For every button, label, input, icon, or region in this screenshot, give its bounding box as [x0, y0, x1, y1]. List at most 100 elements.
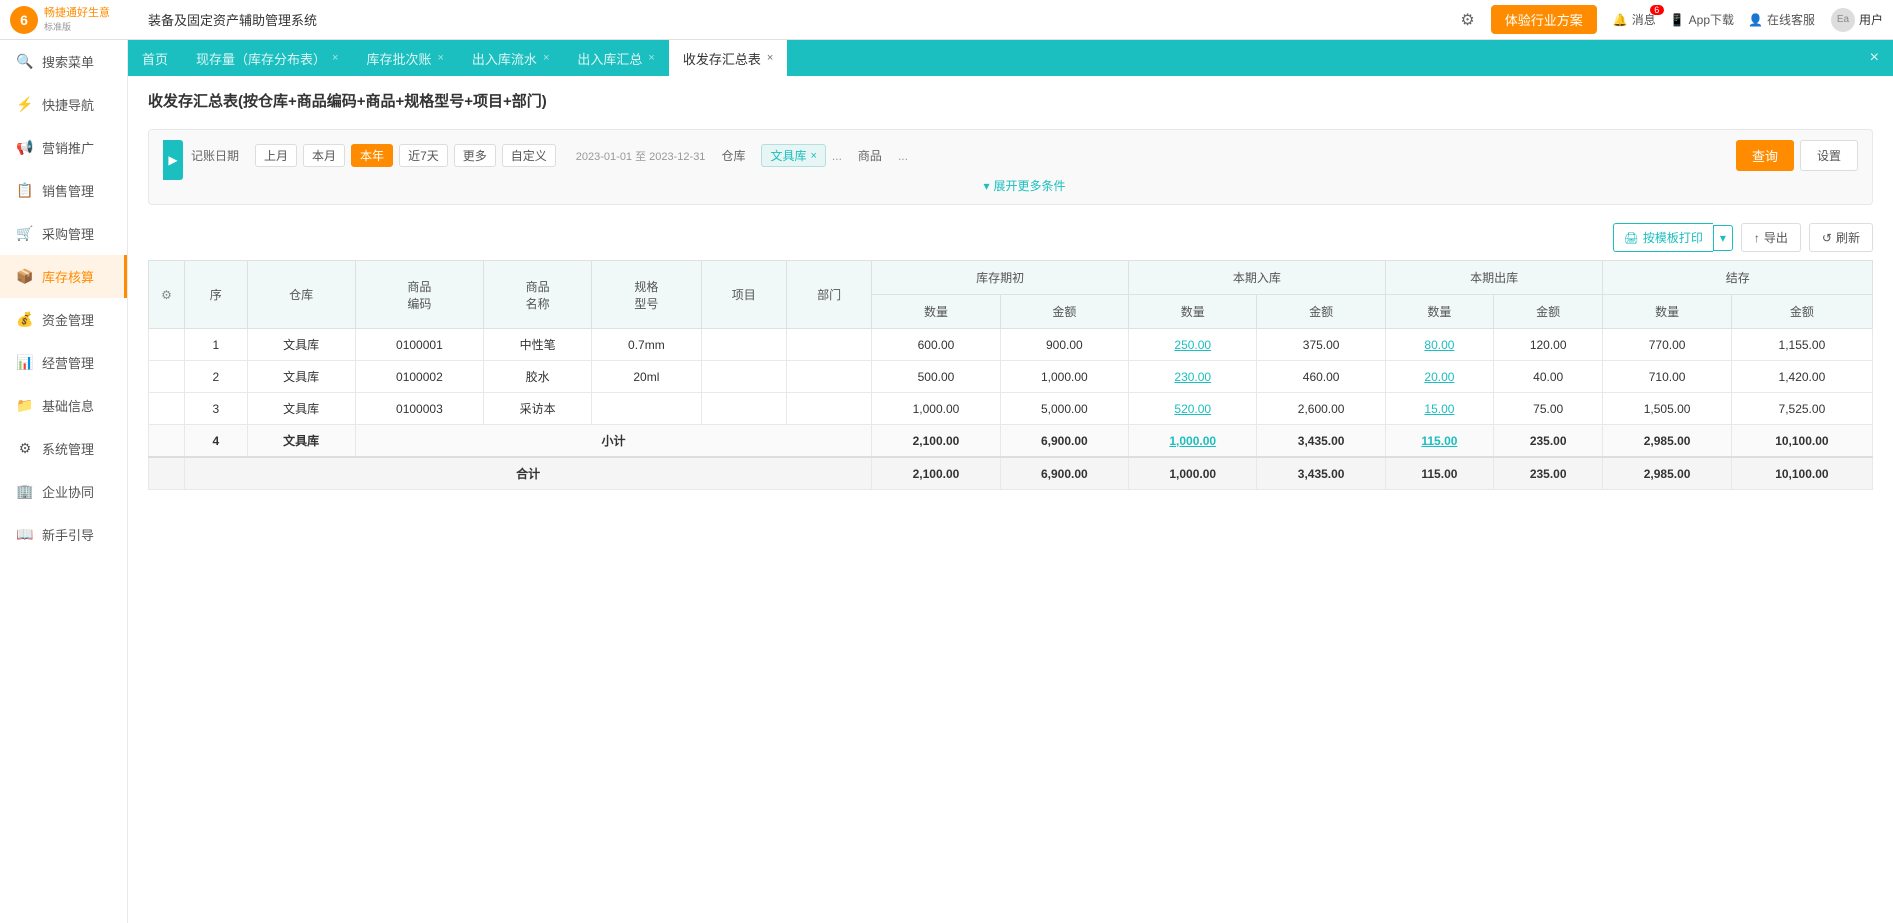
sidebar-item-inventory[interactable]: 📦 库存核算: [0, 255, 127, 298]
sidebar-item-sales[interactable]: 📋 销售管理: [0, 169, 127, 212]
tab-flow[interactable]: 出入库流水 ×: [458, 40, 563, 76]
date-btn-this-month[interactable]: 本月: [303, 144, 345, 167]
date-btn-more[interactable]: 更多: [454, 144, 496, 167]
row3-in-amt: 2,600.00: [1257, 393, 1385, 425]
app-download-item[interactable]: 📱 App下载: [1670, 11, 1734, 28]
filter-row-date: 记账日期 上月 本月 本年 近7天 更多 自定义 2023-01-01 至 20…: [191, 140, 1858, 171]
collapse-arrow[interactable]: ▶: [163, 140, 183, 180]
tab-home[interactable]: 首页: [128, 40, 182, 76]
box-icon: 📦: [16, 268, 34, 285]
sidebar-item-finance[interactable]: 💰 资金管理: [0, 298, 127, 341]
tab-close-summary[interactable]: ×: [648, 52, 654, 64]
settings-button[interactable]: 设置: [1800, 140, 1858, 171]
row3-in-qty[interactable]: 520.00: [1129, 393, 1257, 425]
date-btn-prev-month[interactable]: 上月: [255, 144, 297, 167]
settings-icon[interactable]: ⚙: [1460, 10, 1474, 30]
phone-icon: 📱: [1670, 13, 1685, 27]
row3-out-amt: 75.00: [1493, 393, 1602, 425]
goods-more[interactable]: ...: [898, 149, 908, 163]
query-button[interactable]: 查询: [1736, 140, 1794, 171]
row3-code: 0100003: [355, 393, 483, 425]
row1-project: [701, 329, 786, 361]
goods-label: 商品: [858, 147, 882, 164]
page-header: 收发存汇总表(按仓库+商品编码+商品+规格型号+项目+部门): [128, 76, 1893, 129]
row3-spec: [592, 393, 701, 425]
trial-button[interactable]: 体验行业方案: [1491, 5, 1597, 34]
export-button[interactable]: ↑ 导出: [1741, 223, 1801, 252]
row1-code: 0100001: [355, 329, 483, 361]
tab-batch-ledger[interactable]: 库存批次账 ×: [352, 40, 457, 76]
row2-open-qty: 500.00: [872, 361, 1000, 393]
col-settings-header[interactable]: ⚙: [149, 261, 185, 329]
sidebar-item-basic[interactable]: 📁 基础信息: [0, 384, 127, 427]
sidebar-item-guide[interactable]: 📖 新手引导: [0, 513, 127, 556]
col-bal-header: 结存: [1603, 261, 1873, 295]
row2-out-qty[interactable]: 20.00: [1385, 361, 1493, 393]
book-icon: 📖: [16, 526, 34, 543]
sidebar-item-purchase[interactable]: 🛒 采购管理: [0, 212, 127, 255]
tab-close-receivable-summary[interactable]: ×: [767, 52, 773, 64]
sidebar-item-system[interactable]: ⚙ 系统管理: [0, 427, 127, 470]
date-btn-7days[interactable]: 近7天: [399, 144, 448, 167]
date-btn-custom[interactable]: 自定义: [502, 144, 556, 167]
tab-bar-close-button[interactable]: ×: [1856, 49, 1893, 67]
row1-in-qty[interactable]: 250.00: [1129, 329, 1257, 361]
cart-icon: 🛒: [16, 225, 34, 242]
sidebar-item-enterprise[interactable]: 🏢 企业协同: [0, 470, 127, 513]
tab-close-inventory-dist[interactable]: ×: [332, 52, 338, 64]
tab-close-batch-ledger[interactable]: ×: [437, 52, 443, 64]
row1-no: 1: [185, 329, 248, 361]
tab-inventory-dist[interactable]: 现存量（库存分布表） ×: [182, 40, 352, 76]
total-out-amt: 235.00: [1493, 457, 1602, 490]
row2-in-qty[interactable]: 230.00: [1129, 361, 1257, 393]
subtotal-settings: [149, 425, 185, 458]
page-content: 收发存汇总表(按仓库+商品编码+商品+规格型号+项目+部门) ▶ 记账日期 上月…: [128, 76, 1893, 923]
total-bal-qty: 2,985.00: [1603, 457, 1731, 490]
chart-icon: 📊: [16, 354, 34, 371]
subtotal-out-amt: 235.00: [1493, 425, 1602, 458]
row1-open-qty: 600.00: [872, 329, 1000, 361]
subtotal-out-qty[interactable]: 115.00: [1385, 425, 1493, 458]
subtotal-in-qty[interactable]: 1,000.00: [1129, 425, 1257, 458]
warehouse-tag: 文具库 ×: [761, 144, 825, 167]
notification-item[interactable]: 🔔 消息 6: [1613, 11, 1656, 28]
print-dropdown-button[interactable]: ▾: [1713, 225, 1733, 251]
row1-spec: 0.7mm: [592, 329, 701, 361]
warehouse-more[interactable]: ...: [832, 149, 842, 163]
row3-out-qty[interactable]: 15.00: [1385, 393, 1493, 425]
table-row: 1 文具库 0100001 中性笔 0.7mm 600.00 900.00 25…: [149, 329, 1873, 361]
expand-conditions-btn[interactable]: ▾ 展开更多条件: [191, 177, 1858, 194]
col-open-qty-header: 数量: [872, 295, 1000, 329]
clipboard-icon: 📋: [16, 182, 34, 199]
col-settings-icon[interactable]: ⚙: [159, 288, 174, 302]
col-name-header: 商品名称: [484, 261, 592, 329]
col-bal-qty-header: 数量: [1603, 295, 1731, 329]
subtotal-row: 4 文具库 小计 2,100.00 6,900.00 1,000.00 3,43…: [149, 425, 1873, 458]
row2-bal-amt: 1,420.00: [1731, 361, 1872, 393]
refresh-button[interactable]: ↺ 刷新: [1809, 223, 1873, 252]
row3-open-qty: 1,000.00: [872, 393, 1000, 425]
tab-bar: 首页 现存量（库存分布表） × 库存批次账 × 出入库流水 × 出入库汇总 × …: [128, 40, 1893, 76]
date-btn-this-year[interactable]: 本年: [351, 144, 393, 167]
tab-summary[interactable]: 出入库汇总 ×: [563, 40, 668, 76]
sidebar-item-search[interactable]: 🔍 搜索菜单: [0, 40, 127, 83]
sidebar-item-marketing[interactable]: 📢 营销推广: [0, 126, 127, 169]
warehouse-tag-close[interactable]: ×: [810, 150, 816, 162]
sidebar-item-quick-nav[interactable]: ⚡ 快捷导航: [0, 83, 127, 126]
online-service-item[interactable]: 👤 在线客服: [1748, 11, 1815, 28]
total-open-qty: 2,100.00: [872, 457, 1000, 490]
print-btn-group: 🖨 按模板打印 ▾: [1613, 223, 1733, 252]
row3-no: 3: [185, 393, 248, 425]
user-area[interactable]: Ea 用户: [1831, 8, 1883, 32]
sidebar-item-operations[interactable]: 📊 经营管理: [0, 341, 127, 384]
tab-close-flow[interactable]: ×: [543, 52, 549, 64]
total-out-qty: 115.00: [1385, 457, 1493, 490]
table-header-row-1: ⚙ 序 仓库 商品编码 商品名称 规格型号 项目 部门 库存期初 本期入库 本期…: [149, 261, 1873, 295]
data-table: ⚙ 序 仓库 商品编码 商品名称 规格型号 项目 部门 库存期初 本期入库 本期…: [148, 260, 1873, 490]
tab-receivable-summary[interactable]: 收发存汇总表 ×: [669, 40, 787, 76]
row1-out-qty[interactable]: 80.00: [1385, 329, 1493, 361]
row2-open-amt: 1,000.00: [1000, 361, 1128, 393]
total-label: 合计: [185, 457, 872, 490]
page-title: 收发存汇总表(按仓库+商品编码+商品+规格型号+项目+部门): [148, 90, 1873, 111]
print-button[interactable]: 🖨 按模板打印: [1613, 223, 1713, 252]
